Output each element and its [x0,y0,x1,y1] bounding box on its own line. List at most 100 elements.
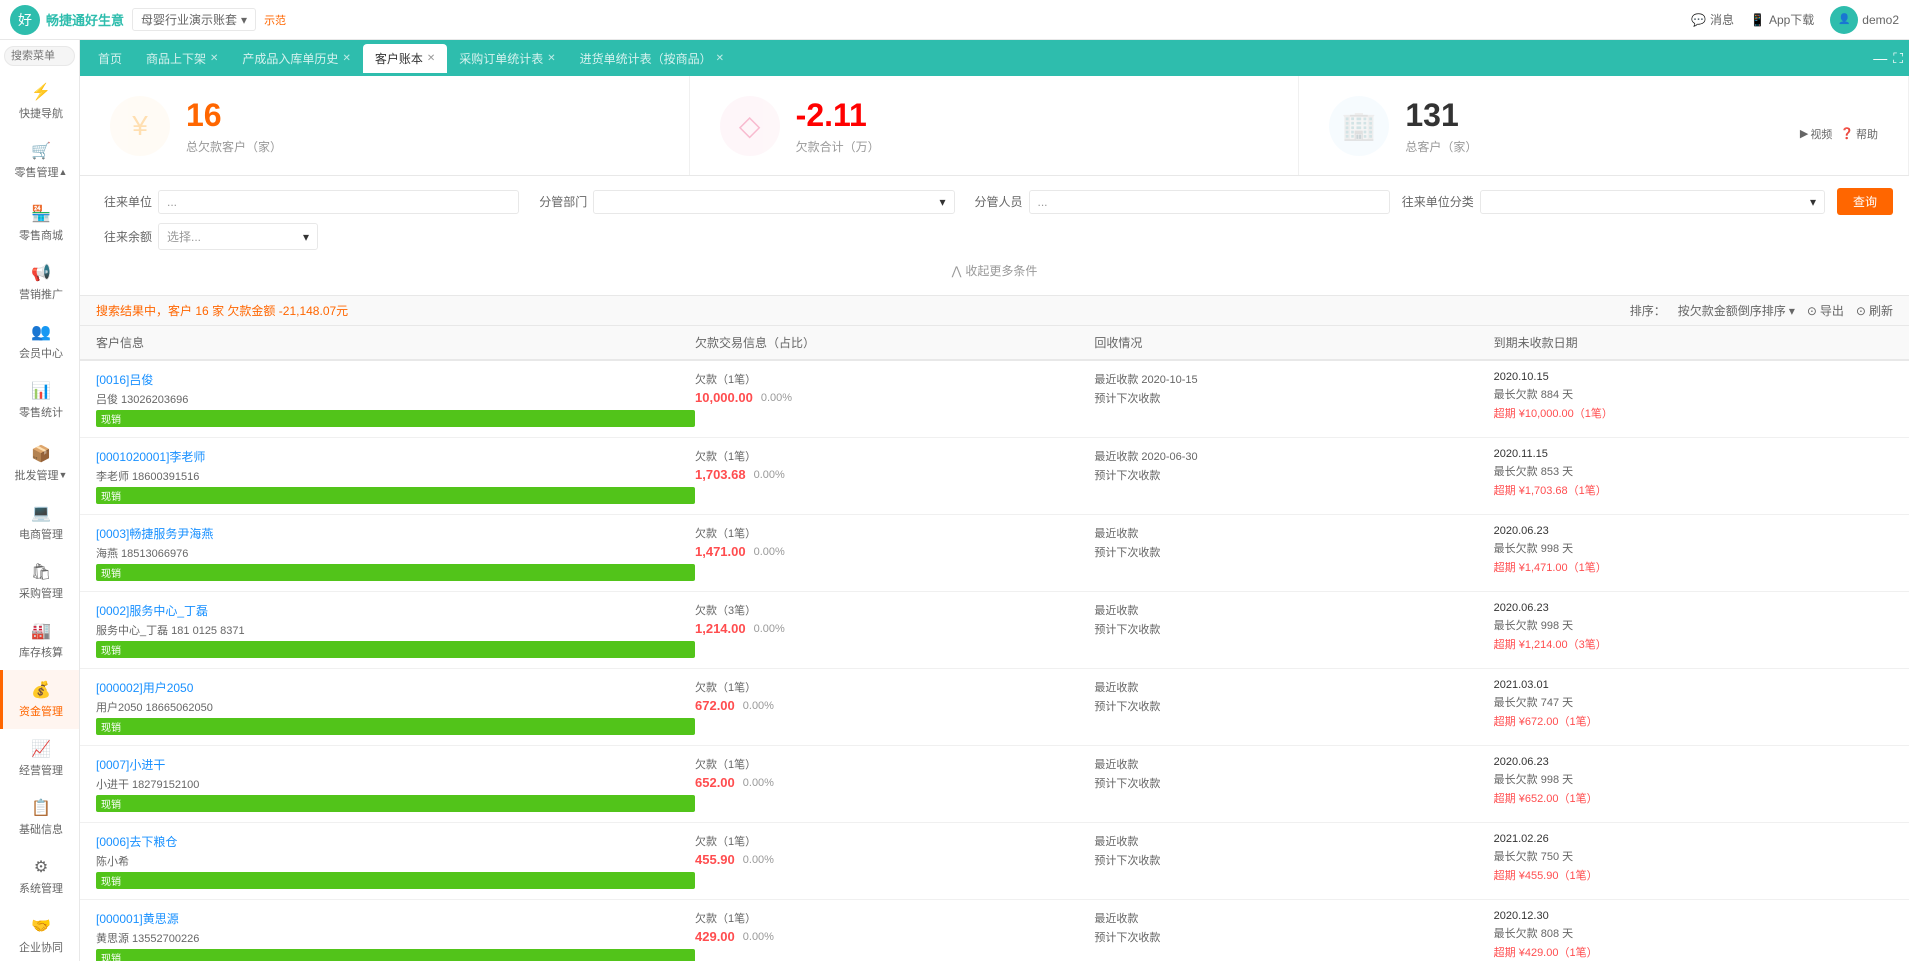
debt-info-cell: 欠款（1笔） 652.00 0.00% [695,756,1094,790]
help-button[interactable]: ❓ 帮助 [1840,126,1878,142]
search-button[interactable]: 查询 [1837,188,1893,215]
chevron-up-icon: ⋀ [952,264,962,278]
table-row: [000002]用户2050 用户2050 18665062050 现销 欠款（… [80,669,1909,746]
sidebar-item-finance[interactable]: 💰 资金管理 [0,670,79,729]
balance-select[interactable]: 选择... ▾ [158,223,318,250]
chevron-down-icon: ▾ [303,230,309,244]
total-customers-label: 总客户（家） [1405,138,1477,155]
due-info-cell: 2021.02.26 最长欠款 750 天 超期 ¥455.90（1笔） [1494,833,1893,883]
due-date: 2021.02.26 [1494,833,1893,845]
sidebar-item-marketing[interactable]: 📢 营销推广 [0,253,79,312]
table-row: [0003]畅捷服务尹海燕 海燕 18513066976 现销 欠款（1笔） 1… [80,515,1909,592]
filter-row-1: 往来单位 ... 分管部门 ▾ 分管人员 ... [96,188,1893,215]
tab-close-icon[interactable]: ✕ [427,53,435,64]
stat-value-area: 131 总客户（家） [1405,97,1477,155]
dept-select[interactable]: ▾ [593,190,954,214]
table-row: [0016]吕俊 吕俊 13026203696 现销 欠款（1笔） 10,000… [80,361,1909,438]
customer-name-link[interactable]: [000002]用户2050 [96,679,695,696]
customer-name-link[interactable]: [0016]吕俊 [96,371,695,388]
table-row: [000001]黄思源 黄思源 13552700226 现销 欠款（1笔） 42… [80,900,1909,961]
tab-close-icon[interactable]: ✕ [547,53,555,64]
due-info-cell: 2021.03.01 最长欠款 747 天 超期 ¥672.00（1笔） [1494,679,1893,729]
sidebar-item-operations[interactable]: 📈 经营管理 [0,729,79,788]
app-download-button[interactable]: 📱 App下载 [1750,11,1814,28]
last-collection: 最近收款 [1094,910,1493,926]
debt-percent: 0.00% [761,392,792,404]
from-unit-input[interactable]: ... [158,190,519,214]
customer-name-link[interactable]: [0007]小进干 [96,756,695,773]
customer-name-link[interactable]: [000001]黄思源 [96,910,695,927]
sidebar-item-purchase[interactable]: 🛍 采购管理 [0,552,79,611]
recovery-info-cell: 最近收款 2020-06-30 预计下次收款 [1094,448,1493,483]
tab-customer-account[interactable]: 客户账本 ✕ [363,44,447,73]
sidebar-collapse-label[interactable]: 示范 [264,12,286,28]
customer-name-link[interactable]: [0003]畅捷服务尹海燕 [96,525,695,542]
overdue-link[interactable]: 超期 ¥455.90（1笔） [1494,867,1893,883]
sidebar-item-basic-info[interactable]: 📋 基础信息 [0,788,79,847]
store-selector[interactable]: 母婴行业演示账套 ▾ [132,8,256,31]
tab-close-icon[interactable]: ✕ [716,53,724,64]
due-date: 2020.11.15 [1494,448,1893,460]
tab-product-offline[interactable]: 商品上下架 ✕ [134,44,230,73]
debt-label: 欠款（1笔） [695,910,1094,926]
sidebar-item-retail-mgmt[interactable]: 🛒 零售管理▲ [0,131,79,190]
tab-purchase-order[interactable]: 采购订单统计表 ✕ [447,44,567,73]
retail-mgmt-icon: 🛒 [31,141,51,161]
overdue-link[interactable]: 超期 ¥1,471.00（1笔） [1494,559,1893,575]
due-info-cell: 2020.11.15 最长欠款 853 天 超期 ¥1,703.68（1笔） [1494,448,1893,498]
search-menu-input[interactable] [4,46,75,66]
stats-bar: ¥ 16 总欠款客户（家） ◇ -2.11 欠款合计（万） 🏢 131 总客户（… [80,76,1909,176]
tab-home[interactable]: 首页 [86,44,134,73]
sidebar-search-area [0,40,79,72]
sidebar-item-retail-stat[interactable]: 📊 零售统计 [0,371,79,430]
debt-percent: 0.00% [754,623,785,635]
sidebar-item-label: 系统管理 [19,880,63,896]
header-debt-info: 欠款交易信息（占比） [695,334,1094,351]
next-collection: 预计下次收款 [1094,467,1493,483]
customer-name-link[interactable]: [0002]服务中心_丁磊 [96,602,695,619]
tab-close-icon[interactable]: ✕ [342,53,350,64]
overdue-link[interactable]: 超期 ¥672.00（1笔） [1494,713,1893,729]
sidebar-item-quick-nav[interactable]: ⚡ 快捷导航 [0,72,79,131]
collapse-button[interactable]: ⋀ 收起更多条件 [948,258,1042,283]
customer-name-link[interactable]: [0001020001]李老师 [96,448,695,465]
total-debt-customers-value: 16 [186,97,282,134]
tab-goods-stat[interactable]: 进货单统计表（按商品） ✕ [568,44,736,73]
overdue-days: 最长欠款 998 天 [1494,617,1893,633]
sidebar-item-ecommerce[interactable]: 💻 电商管理 [0,493,79,552]
tab-expand-icon[interactable]: ⛶ [1893,50,1903,67]
chevron-down-icon: ▾ [241,13,247,27]
due-info-cell: 2020.06.23 最长欠款 998 天 超期 ¥1,214.00（3笔） [1494,602,1893,652]
video-button[interactable]: ▶ 视频 [1800,126,1832,142]
sidebar-item-system[interactable]: ⚙ 系统管理 [0,847,79,906]
overdue-link[interactable]: 超期 ¥1,214.00（3笔） [1494,636,1893,652]
overdue-link[interactable]: 超期 ¥429.00（1笔） [1494,944,1893,960]
tab-close-icon[interactable]: ✕ [210,53,218,64]
recovery-info-cell: 最近收款 预计下次收款 [1094,833,1493,868]
overdue-link[interactable]: 超期 ¥1,703.68（1笔） [1494,482,1893,498]
tab-minimize-icon[interactable]: — [1873,50,1887,67]
export-button[interactable]: ⊙ 导出 [1807,302,1844,319]
sidebar-item-enterprise[interactable]: 🤝 企业协同 [0,906,79,961]
user-menu[interactable]: 👤 demo2 [1830,6,1899,34]
overdue-link[interactable]: 超期 ¥652.00（1笔） [1494,790,1893,806]
result-actions: 排序： 按欠款金额倒序排序 ▾ ⊙ 导出 ⊙ 刷新 [1630,302,1893,319]
sidebar-item-inventory[interactable]: 🏭 库存核算 [0,611,79,670]
sort-select[interactable]: 按欠款金额倒序排序 ▾ [1678,302,1795,319]
sort-label: 按欠款金额倒序排序 [1678,302,1786,319]
tab-production-history[interactable]: 产成品入库单历史 ✕ [230,44,362,73]
sidebar-item-batch-mgmt[interactable]: 📦 批发管理▼ [0,434,79,493]
sidebar-item-membership[interactable]: 👥 会员中心 [0,312,79,371]
message-button[interactable]: 💬 消息 [1691,11,1734,28]
customer-tag: 现销 [96,564,695,581]
sidebar-item-retail-mall[interactable]: 🏪 零售商城 [0,194,79,253]
from-unit-label: 往来单位 [96,193,152,210]
person-input[interactable]: ... [1029,190,1390,214]
overdue-link[interactable]: 超期 ¥10,000.00（1笔） [1494,405,1893,421]
unit-category-select[interactable]: ▾ [1480,190,1825,214]
refresh-button[interactable]: ⊙ 刷新 [1856,302,1893,319]
last-collection: 最近收款 [1094,525,1493,541]
debt-row: 1,471.00 0.00% [695,544,1094,559]
customer-name-link[interactable]: [0006]去下粮仓 [96,833,695,850]
filter-dept: 分管部门 ▾ [531,190,954,214]
